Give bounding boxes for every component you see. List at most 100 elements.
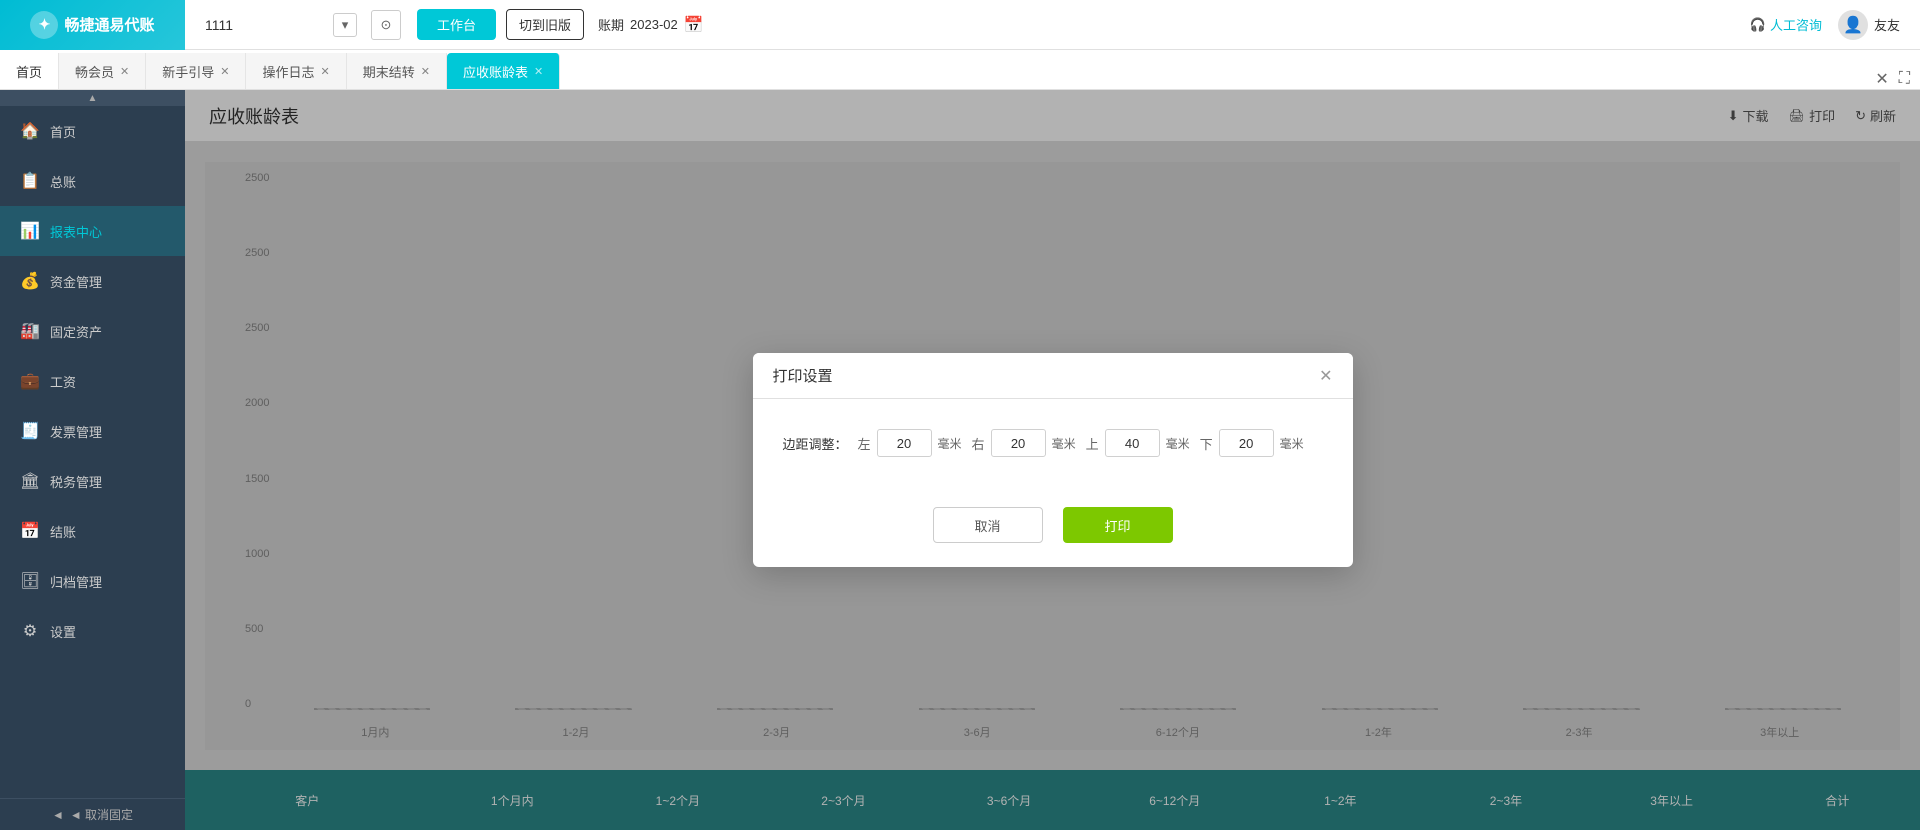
logo-icon: ✦ <box>30 11 58 39</box>
sidebar-item-home[interactable]: 🏠 首页 <box>0 106 185 156</box>
consult-button[interactable]: 🎧 人工咨询 <box>1750 15 1822 34</box>
sidebar-label-funds: 资金管理 <box>50 272 102 291</box>
reports-icon: 📊 <box>20 221 40 241</box>
cancel-button[interactable]: 取消 <box>933 507 1043 543</box>
tab-period-end-label: 期末结转 <box>363 62 415 81</box>
sidebar-label-close: 结账 <box>50 522 76 541</box>
archive-icon: 🗄 <box>20 571 40 591</box>
sidebar-item-salary[interactable]: 💼 工资 <box>0 356 185 406</box>
workbench-button[interactable]: 工作台 <box>417 9 496 40</box>
tab-home[interactable]: 首页 <box>0 53 59 89</box>
collapse-label: ◄ 取消固定 <box>70 806 133 823</box>
tab-period-end[interactable]: 期末结转 ✕ <box>347 53 447 89</box>
left-unit: 毫米 <box>938 435 962 452</box>
tab-guide-close[interactable]: ✕ <box>220 65 229 78</box>
tab-ar-aging-close[interactable]: ✕ <box>534 65 543 78</box>
maximize-window-btn[interactable]: ⛶ <box>1899 70 1910 88</box>
copy-btn[interactable]: ⊙ <box>371 10 401 40</box>
user-label: 友友 <box>1874 15 1900 34</box>
modal-header: 打印设置 ✕ <box>753 353 1353 399</box>
sidebar-scroll-up[interactable]: ▲ <box>0 90 185 106</box>
margin-label: 边距调整： <box>783 434 848 453</box>
close-books-icon: 📅 <box>20 521 40 541</box>
modal-close-btn[interactable]: ✕ <box>1319 366 1332 386</box>
bottom-margin-group: 下 毫米 <box>1200 429 1304 457</box>
user-area[interactable]: 👤 友友 <box>1838 10 1900 40</box>
period-area: 账期 2023-02 📅 <box>598 15 704 35</box>
bottom-label: 下 <box>1200 434 1213 453</box>
modal-footer: 取消 打印 <box>753 507 1353 567</box>
right-margin-input[interactable] <box>991 429 1046 457</box>
sidebar-item-tax[interactable]: 🏛 税务管理 <box>0 456 185 506</box>
tab-ar-aging[interactable]: 应收账龄表 ✕ <box>447 53 560 89</box>
sidebar-label-invoice: 发票管理 <box>50 422 102 441</box>
header-right: 🎧 人工咨询 👤 友友 <box>1750 10 1920 40</box>
sidebar-label-settings: 设置 <box>50 622 76 641</box>
sidebar-item-close[interactable]: 📅 结账 <box>0 506 185 556</box>
modal-overlay: 打印设置 ✕ 边距调整： 左 毫米 右 <box>185 90 1920 830</box>
tab-period-end-close[interactable]: ✕ <box>421 65 430 78</box>
tab-ar-aging-label: 应收账龄表 <box>463 62 528 81</box>
tab-bar: 首页 畅会员 ✕ 新手引导 ✕ 操作日志 ✕ 期末结转 ✕ 应收账龄表 ✕ ✕ … <box>0 50 1920 90</box>
tax-icon: 🏛 <box>20 471 40 491</box>
sidebar: ▲ 🏠 首页 📋 总账 📊 报表中心 💰 资金管理 🏭 固定资产 💼 工资 🧾 … <box>0 90 185 830</box>
logo-area: ✦ 畅捷通易代账 <box>0 0 185 50</box>
tab-guide[interactable]: 新手引导 ✕ <box>146 53 246 89</box>
top-unit: 毫米 <box>1166 435 1190 452</box>
left-margin-input[interactable] <box>877 429 932 457</box>
invoice-icon: 🧾 <box>20 421 40 441</box>
tab-log-close[interactable]: ✕ <box>321 65 330 78</box>
sidebar-item-settings[interactable]: ⚙ 设置 <box>0 606 185 656</box>
sidebar-item-assets[interactable]: 🏭 固定资产 <box>0 306 185 356</box>
switch-version-button[interactable]: 切到旧版 <box>506 9 584 40</box>
print-settings-modal: 打印设置 ✕ 边距调整： 左 毫米 右 <box>753 353 1353 567</box>
sidebar-collapse-btn[interactable]: ◄ ◄ 取消固定 <box>0 798 185 830</box>
tab-log[interactable]: 操作日志 ✕ <box>246 53 346 89</box>
ledger-icon: 📋 <box>20 171 40 191</box>
sidebar-item-reports[interactable]: 📊 报表中心 <box>0 206 185 256</box>
calendar-icon[interactable]: 📅 <box>684 15 704 35</box>
tab-vip[interactable]: 畅会员 ✕ <box>59 53 146 89</box>
top-header: ✦ 畅捷通易代账 1111 ▾ ⊙ 工作台 切到旧版 账期 2023-02 📅 … <box>0 0 1920 50</box>
period-value: 2023-02 <box>630 17 678 32</box>
settings-icon: ⚙ <box>20 621 40 641</box>
tab-vip-close[interactable]: ✕ <box>120 65 129 78</box>
funds-icon: 💰 <box>20 271 40 291</box>
sidebar-label-home: 首页 <box>50 122 76 141</box>
company-dropdown-btn[interactable]: ▾ <box>333 13 357 37</box>
top-margin-group: 上 毫米 <box>1086 429 1190 457</box>
salary-icon: 💼 <box>20 371 40 391</box>
top-label: 上 <box>1086 434 1099 453</box>
close-window-btn[interactable]: ✕ <box>1875 69 1888 89</box>
sidebar-label-reports: 报表中心 <box>50 222 102 241</box>
tab-home-label: 首页 <box>16 62 42 81</box>
bottom-margin-input[interactable] <box>1219 429 1274 457</box>
right-unit: 毫米 <box>1052 435 1076 452</box>
tab-log-label: 操作日志 <box>262 62 314 81</box>
collapse-icon: ◄ <box>52 808 64 822</box>
modal-title: 打印设置 <box>773 365 833 386</box>
sidebar-item-invoice[interactable]: 🧾 发票管理 <box>0 406 185 456</box>
sidebar-item-funds[interactable]: 💰 资金管理 <box>0 256 185 306</box>
logo-text: 畅捷通易代账 <box>64 14 154 35</box>
sidebar-item-archive[interactable]: 🗄 归档管理 <box>0 556 185 606</box>
right-label: 右 <box>972 434 985 453</box>
sidebar-item-ledger[interactable]: 📋 总账 <box>0 156 185 206</box>
sidebar-label-assets: 固定资产 <box>50 322 102 341</box>
sidebar-label-tax: 税务管理 <box>50 472 102 491</box>
right-margin-group: 右 毫米 <box>972 429 1076 457</box>
company-name: 1111 <box>205 17 325 33</box>
tab-vip-label: 畅会员 <box>75 62 114 81</box>
modal-body: 边距调整： 左 毫米 右 毫米 上 <box>753 399 1353 507</box>
headset-icon: 🎧 <box>1750 17 1766 33</box>
avatar: 👤 <box>1838 10 1868 40</box>
sidebar-label-salary: 工资 <box>50 372 76 391</box>
home-icon: 🏠 <box>20 121 40 141</box>
print-confirm-button[interactable]: 打印 <box>1063 507 1173 543</box>
main-layout: ▲ 🏠 首页 📋 总账 📊 报表中心 💰 资金管理 🏭 固定资产 💼 工资 🧾 … <box>0 90 1920 830</box>
assets-icon: 🏭 <box>20 321 40 341</box>
sidebar-label-archive: 归档管理 <box>50 572 102 591</box>
consult-label: 人工咨询 <box>1770 15 1822 34</box>
top-margin-input[interactable] <box>1105 429 1160 457</box>
left-label: 左 <box>858 434 871 453</box>
